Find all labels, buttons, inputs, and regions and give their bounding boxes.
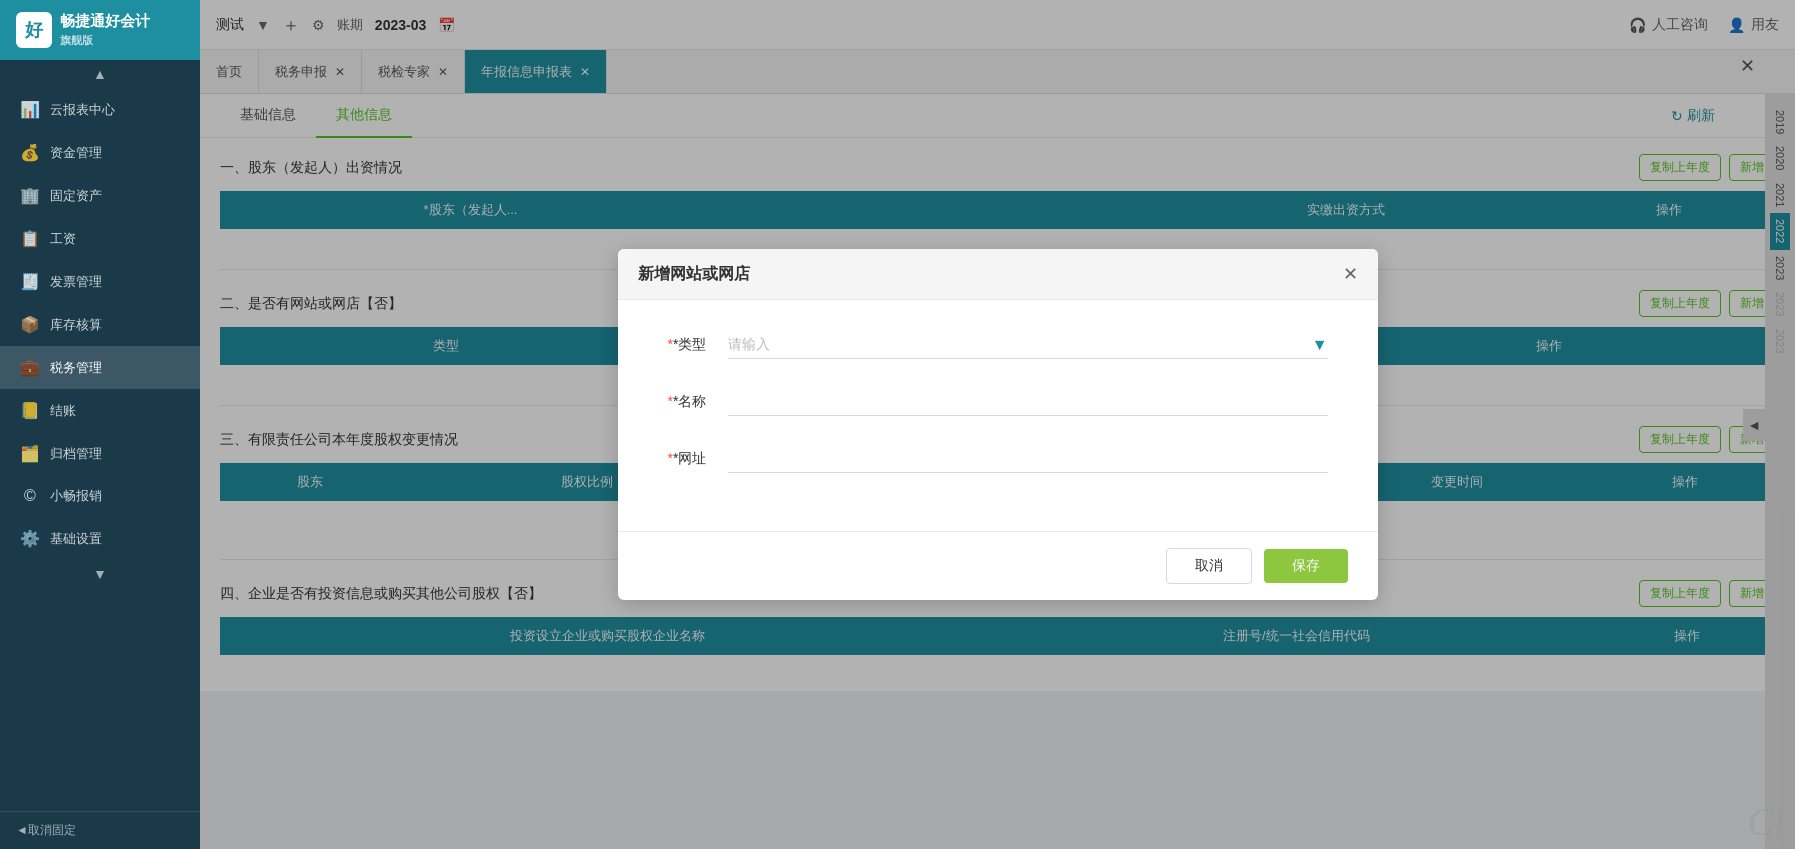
sidebar-item-label: 云报表中心 — [50, 101, 115, 119]
cloud-report-icon: 📊 — [20, 100, 40, 119]
name-input-wrap — [728, 387, 1328, 416]
fixed-assets-icon: 🏢 — [20, 186, 40, 205]
modal-body: **类型 ▼ **名称 **网址 — [618, 300, 1378, 531]
sidebar-item-xiaochang[interactable]: © 小畅报销 — [0, 475, 200, 517]
modal-add-website: 新增网站或网店 ✕ **类型 ▼ **名称 — [618, 249, 1378, 600]
fund-icon: 💰 — [20, 143, 40, 162]
logo-title: 畅捷通好会计 — [60, 12, 150, 31]
name-label: **名称 — [668, 393, 728, 411]
settings-icon: ⚙️ — [20, 529, 40, 548]
sidebar-item-label: 税务管理 — [50, 359, 102, 377]
dropdown-arrow-icon[interactable]: ▼ — [1312, 336, 1328, 354]
url-label: **网址 — [668, 450, 728, 468]
logo-text-wrap: 畅捷通好会计 旗舰版 — [60, 12, 150, 48]
sidebar-item-label: 小畅报销 — [50, 487, 102, 505]
sidebar-item-settlement[interactable]: 📒 结账 — [0, 389, 200, 432]
sidebar-item-fixed-assets[interactable]: 🏢 固定资产 — [0, 174, 200, 217]
sidebar-item-archive[interactable]: 🗂️ 归档管理 — [0, 432, 200, 475]
modal-title: 新增网站或网店 — [638, 264, 750, 285]
sidebar-item-payroll[interactable]: 📋 工资 — [0, 217, 200, 260]
sidebar-item-cloud-report[interactable]: 📊 云报表中心 — [0, 88, 200, 131]
cancel-button[interactable]: 取消 — [1166, 548, 1252, 584]
sidebar-item-label: 结账 — [50, 402, 76, 420]
sidebar-item-fund-mgmt[interactable]: 💰 资金管理 — [0, 131, 200, 174]
sidebar-item-tax-mgmt[interactable]: 💼 税务管理 — [0, 346, 200, 389]
sidebar-nav: ▲ 📊 云报表中心 💰 资金管理 🏢 固定资产 📋 工资 🧾 发票管理 📦 库存… — [0, 60, 200, 811]
inventory-icon: 📦 — [20, 315, 40, 334]
modal-overlay: 新增网站或网店 ✕ **类型 ▼ **名称 — [200, 0, 1795, 849]
sidebar-item-label: 发票管理 — [50, 273, 102, 291]
form-field-type: **类型 ▼ — [668, 330, 1328, 359]
sidebar-item-invoice-mgmt[interactable]: 🧾 发票管理 — [0, 260, 200, 303]
name-input[interactable] — [728, 387, 1328, 416]
sidebar-item-label: 资金管理 — [50, 144, 102, 162]
modal-header: 新增网站或网店 ✕ — [618, 249, 1378, 300]
modal-close-btn[interactable]: ✕ — [1343, 263, 1358, 285]
type-input[interactable] — [728, 330, 1328, 359]
scroll-down-btn[interactable]: ▼ — [0, 560, 200, 588]
logo-icon: 好 — [16, 12, 52, 48]
sidebar-item-label: 固定资产 — [50, 187, 102, 205]
form-field-name: **名称 — [668, 387, 1328, 416]
sidebar-item-inventory[interactable]: 📦 库存核算 — [0, 303, 200, 346]
url-input-wrap — [728, 444, 1328, 473]
form-field-url: **网址 — [668, 444, 1328, 473]
sidebar-logo: 好 畅捷通好会计 旗舰版 — [0, 0, 200, 60]
sidebar-item-basic-settings[interactable]: ⚙️ 基础设置 — [0, 517, 200, 560]
logo-subtitle: 旗舰版 — [60, 33, 150, 48]
unpin-btn[interactable]: ◄取消固定 — [0, 811, 200, 849]
payroll-icon: 📋 — [20, 229, 40, 248]
tax-icon: 💼 — [20, 358, 40, 377]
sidebar-item-label: 归档管理 — [50, 445, 102, 463]
settlement-icon: 📒 — [20, 401, 40, 420]
sidebar-item-label: 库存核算 — [50, 316, 102, 334]
type-label: **类型 — [668, 336, 728, 354]
sidebar: 好 畅捷通好会计 旗舰版 ▲ 📊 云报表中心 💰 资金管理 🏢 固定资产 📋 工… — [0, 0, 200, 849]
invoice-icon: 🧾 — [20, 272, 40, 291]
type-input-wrap: ▼ — [728, 330, 1328, 359]
sidebar-item-label: 基础设置 — [50, 530, 102, 548]
archive-icon: 🗂️ — [20, 444, 40, 463]
url-input[interactable] — [728, 444, 1328, 473]
sidebar-item-label: 工资 — [50, 230, 76, 248]
scroll-up-btn[interactable]: ▲ — [0, 60, 200, 88]
unpin-label: ◄取消固定 — [16, 822, 76, 839]
modal-footer: 取消 保存 — [618, 531, 1378, 600]
save-button[interactable]: 保存 — [1264, 549, 1348, 583]
xiaochang-icon: © — [20, 487, 40, 505]
